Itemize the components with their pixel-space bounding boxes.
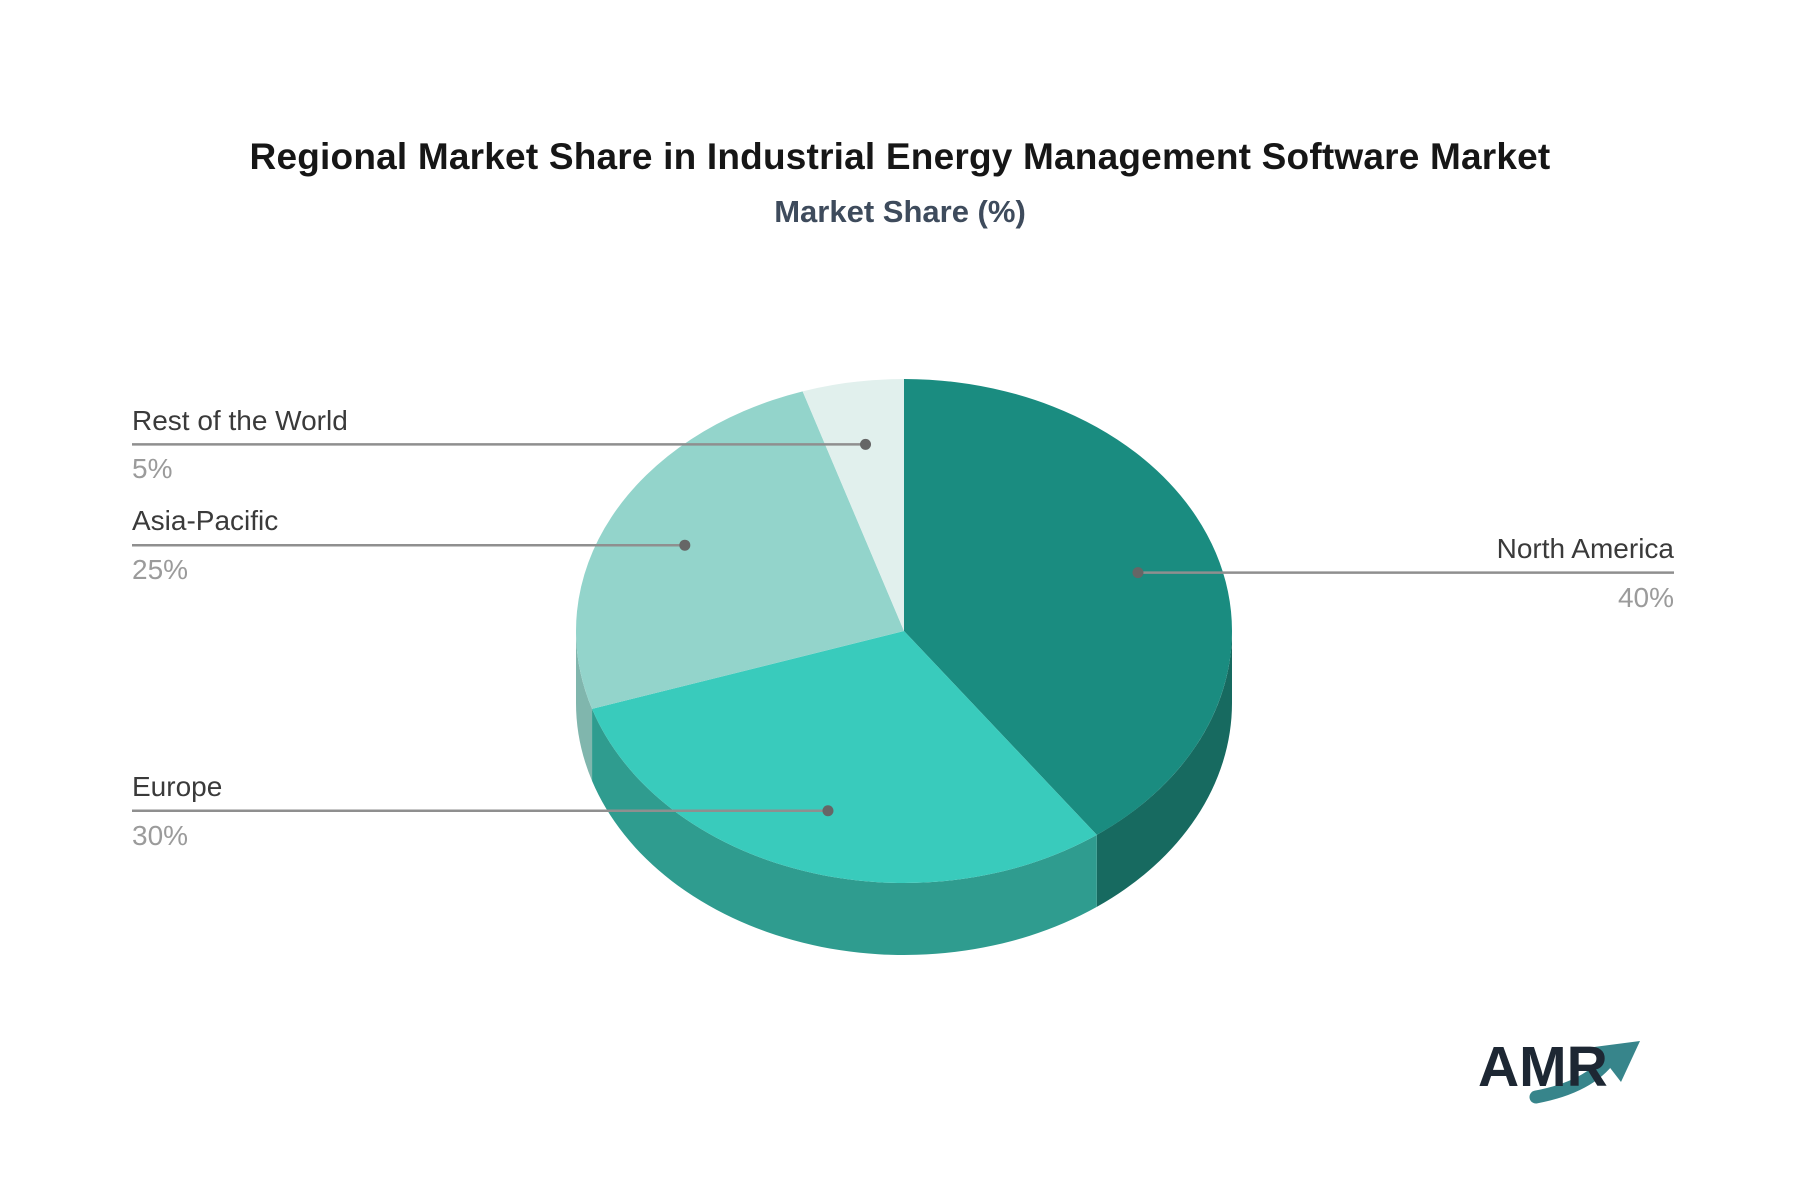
callout-label-europe: Europe	[132, 770, 223, 802]
leader-dot-north-america	[1132, 567, 1144, 579]
callout-label-rest-of-the-world: Rest of the World	[132, 404, 348, 436]
pie-chart-canvas	[132, 379, 1674, 1104]
callout-percent-europe: 30%	[132, 819, 189, 851]
amr-logo-text: AMR	[1478, 1035, 1608, 1099]
callout-label-north-america: North America	[1496, 532, 1674, 564]
callout-percent-rest-of-the-world: 5%	[132, 453, 173, 485]
callout-label-asia-pacific: Asia-Pacific	[132, 505, 279, 537]
chart-page: Regional Market Share in Industrial Ener…	[0, 0, 1800, 1196]
callout-percent-north-america: 40%	[1617, 581, 1674, 613]
leader-dot-europe	[822, 805, 834, 817]
callout-percent-asia-pacific: 25%	[132, 554, 189, 586]
leader-dot-asia-pacific	[679, 539, 691, 551]
leader-dot-rest-of-the-world	[860, 438, 872, 450]
